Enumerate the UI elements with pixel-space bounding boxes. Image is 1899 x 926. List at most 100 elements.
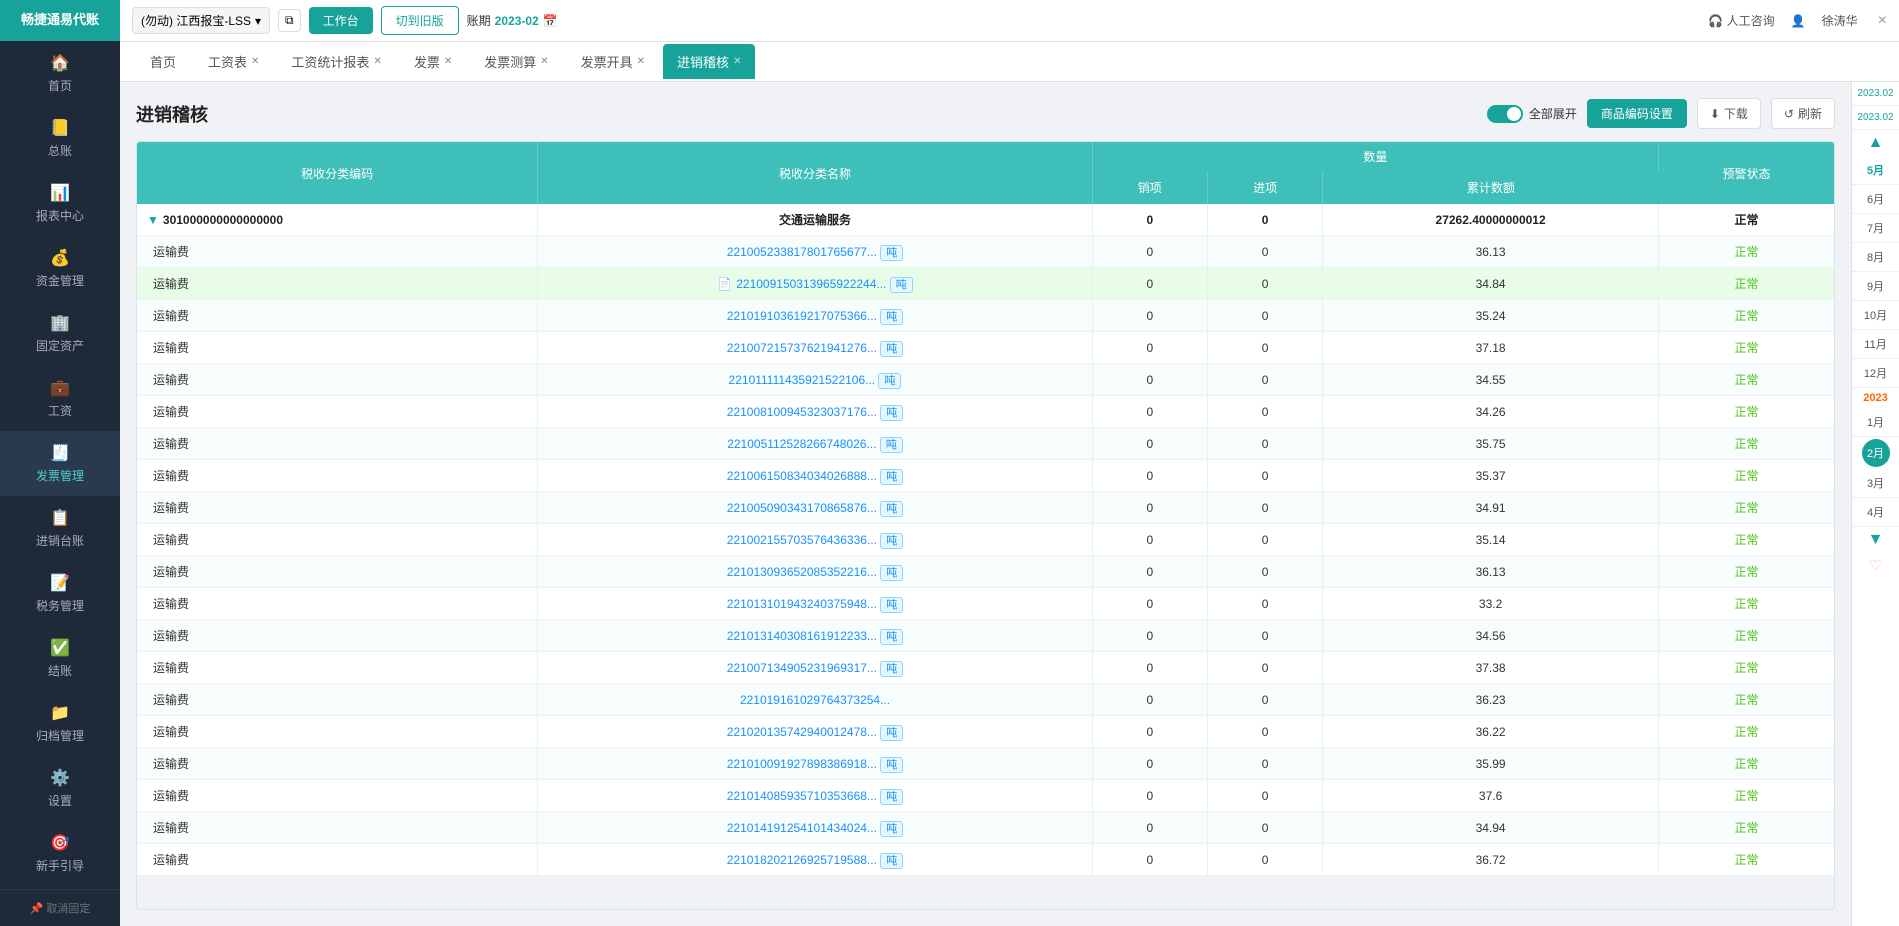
download-button[interactable]: ⬇ 下载 <box>1697 98 1761 129</box>
right-panel-month-2-active[interactable]: 2月 <box>1862 439 1890 467</box>
unit-tag: 吨 <box>880 341 903 357</box>
right-panel-month-6[interactable]: 6月 <box>1852 185 1899 214</box>
cell-code[interactable]: 221002155703576436336... 吨 <box>538 524 1092 556</box>
tab-invoice-open[interactable]: 发票开具 ✕ <box>567 44 659 79</box>
cell-code[interactable]: 221014085935710353668... 吨 <box>538 780 1092 812</box>
file-icon[interactable]: 📄 <box>717 277 732 291</box>
unit-tag: 吨 <box>880 597 903 613</box>
code-link[interactable]: 221006150834034026888... <box>727 469 877 483</box>
sidebar-item-archive[interactable]: 📁 归档管理 <box>0 691 120 756</box>
code-link[interactable]: 221018202126925719588... <box>727 853 877 867</box>
code-link[interactable]: 221014191254101434024... <box>727 821 877 835</box>
code-link[interactable]: 221013101943240375948... <box>727 597 877 611</box>
sidebar-item-asset[interactable]: 🏢 固定资产 <box>0 301 120 366</box>
right-panel-month-12[interactable]: 12月 <box>1852 359 1899 388</box>
sidebar-item-sales[interactable]: 📋 进销台账 <box>0 496 120 561</box>
right-panel-month-4[interactable]: 4月 <box>1852 498 1899 527</box>
code-link[interactable]: 221019161029764373254... <box>740 693 890 707</box>
tab-close-icon[interactable]: ✕ <box>637 56 645 67</box>
tab-close-icon[interactable]: ✕ <box>251 56 259 67</box>
code-link[interactable]: 221005090343170865876... <box>727 501 877 515</box>
tab-close-icon[interactable]: ✕ <box>540 56 548 67</box>
sidebar-item-tax[interactable]: 📝 税务管理 <box>0 561 120 626</box>
sidebar-item-settings[interactable]: ⚙️ 设置 <box>0 756 120 821</box>
right-panel-month-10[interactable]: 10月 <box>1852 301 1899 330</box>
code-link[interactable]: 221011111435921522106... <box>729 373 876 387</box>
cell-code[interactable]: 221020135742940012478... 吨 <box>538 716 1092 748</box>
code-link[interactable]: 221019103619217075366... <box>727 309 877 323</box>
code-link[interactable]: 221020135742940012478... <box>727 725 877 739</box>
cell-purchase: 0 <box>1207 332 1322 364</box>
tab-sales-check[interactable]: 进销稽核 ✕ <box>663 44 755 79</box>
close-button[interactable]: × <box>1878 12 1887 30</box>
nav-down-button[interactable]: ▼ <box>1864 527 1888 553</box>
code-link[interactable]: 221005112528266748026... <box>727 437 876 451</box>
product-code-settings-button[interactable]: 商品编码设置 <box>1587 99 1687 128</box>
cell-purchase: 0 <box>1207 556 1322 588</box>
expand-icon[interactable]: ▼ <box>147 213 159 227</box>
code-link[interactable]: 221013140308161912233... <box>727 629 877 643</box>
cell-code[interactable]: 221011111435921522106... 吨 <box>538 364 1092 396</box>
tab-invoice[interactable]: 发票 ✕ <box>400 44 466 79</box>
cell-code[interactable]: 221013140308161912233... 吨 <box>538 620 1092 652</box>
unit-tag: 吨 <box>880 725 903 741</box>
workspace-button[interactable]: 工作台 <box>309 7 373 34</box>
cell-code[interactable]: 221007134905231969317... 吨 <box>538 652 1092 684</box>
right-panel-month-8[interactable]: 8月 <box>1852 243 1899 272</box>
cell-code[interactable]: 221010091927898386918... 吨 <box>538 748 1092 780</box>
service-button[interactable]: 🎧 人工咨询 <box>1708 12 1774 29</box>
cell-code[interactable]: 📄221009150313965922244... 吨 <box>538 268 1092 300</box>
sidebar-item-home[interactable]: 🏠 首页 <box>0 41 120 106</box>
cell-code[interactable]: 221006150834034026888... 吨 <box>538 460 1092 492</box>
code-link[interactable]: 221007215737621941276... <box>727 341 877 355</box>
sidebar-item-capital[interactable]: 💰 资金管理 <box>0 236 120 301</box>
cell-code[interactable]: 221019103619217075366... 吨 <box>538 300 1092 332</box>
cell-code[interactable]: 221013101943240375948... 吨 <box>538 588 1092 620</box>
tab-invoice-calc[interactable]: 发票测算 ✕ <box>470 44 562 79</box>
code-link[interactable]: 221010091927898386918... <box>727 757 877 771</box>
code-link[interactable]: 221002155703576436336... <box>727 533 877 547</box>
tab-close-icon[interactable]: ✕ <box>733 56 741 67</box>
cell-code[interactable]: 221014191254101434024... 吨 <box>538 812 1092 844</box>
cell-code[interactable]: 221005112528266748026... 吨 <box>538 428 1092 460</box>
tab-salary-report[interactable]: 工资统计报表 ✕ <box>277 44 395 79</box>
sidebar-item-salary[interactable]: 💼 工资 <box>0 366 120 431</box>
cell-code[interactable]: 221005090343170865876... 吨 <box>538 492 1092 524</box>
sidebar-item-guide[interactable]: 🎯 新手引导 <box>0 821 120 886</box>
tab-close-icon[interactable]: ✕ <box>373 56 381 67</box>
sidebar-item-settle[interactable]: ✅ 结账 <box>0 626 120 691</box>
right-panel-month-11[interactable]: 11月 <box>1852 330 1899 359</box>
cell-code[interactable]: 221007215737621941276... 吨 <box>538 332 1092 364</box>
cell-code[interactable]: 221008100945323037176... 吨 <box>538 396 1092 428</box>
right-panel-month-1[interactable]: 1月 <box>1852 408 1899 437</box>
code-link[interactable]: 221005233817801765677... <box>727 245 877 259</box>
refresh-button[interactable]: ↺ 刷新 <box>1771 98 1835 129</box>
right-panel-month-3[interactable]: 3月 <box>1852 469 1899 498</box>
copy-button[interactable]: ⧉ <box>278 9 301 32</box>
right-panel-month-7[interactable]: 7月 <box>1852 214 1899 243</box>
code-link[interactable]: 221014085935710353668... <box>727 789 877 803</box>
right-panel-month-9[interactable]: 9月 <box>1852 272 1899 301</box>
cell-code[interactable]: 221005233817801765677... 吨 <box>538 236 1092 268</box>
code-link[interactable]: 221007134905231969317... <box>727 661 877 675</box>
sidebar-item-invoice[interactable]: 🧾 发票管理 <box>0 431 120 496</box>
nav-up-button[interactable]: ▲ <box>1864 130 1888 156</box>
company-selector[interactable]: (勿动) 江西报宝-LSS ▾ <box>132 7 270 34</box>
heart-icon[interactable]: ♡ <box>1865 553 1886 578</box>
code-link[interactable]: 221009150313965922244... <box>736 277 886 291</box>
tab-close-icon[interactable]: ✕ <box>444 56 452 67</box>
cell-code[interactable]: 221013093652085352216... 吨 <box>538 556 1092 588</box>
tab-salary-table[interactable]: 工资表 ✕ <box>194 44 273 79</box>
expand-toggle[interactable] <box>1487 105 1523 123</box>
tab-home[interactable]: 首页 <box>136 44 190 79</box>
back-button[interactable]: 切到旧版 <box>381 6 459 35</box>
calendar-icon[interactable]: 📅 <box>543 14 558 28</box>
sidebar-item-report[interactable]: 📊 报表中心 <box>0 171 120 236</box>
cell-code[interactable]: 221019161029764373254... <box>538 684 1092 716</box>
sidebar-item-ledger[interactable]: 📒 总账 <box>0 106 120 171</box>
code-link[interactable]: 221008100945323037176... <box>727 405 877 419</box>
right-panel-month-5[interactable]: 5月 <box>1852 156 1899 185</box>
cell-code[interactable]: 221018202126925719588... 吨 <box>538 844 1092 876</box>
sidebar-unpin-button[interactable]: 📌 取消固定 <box>0 889 120 926</box>
code-link[interactable]: 221013093652085352216... <box>727 565 877 579</box>
